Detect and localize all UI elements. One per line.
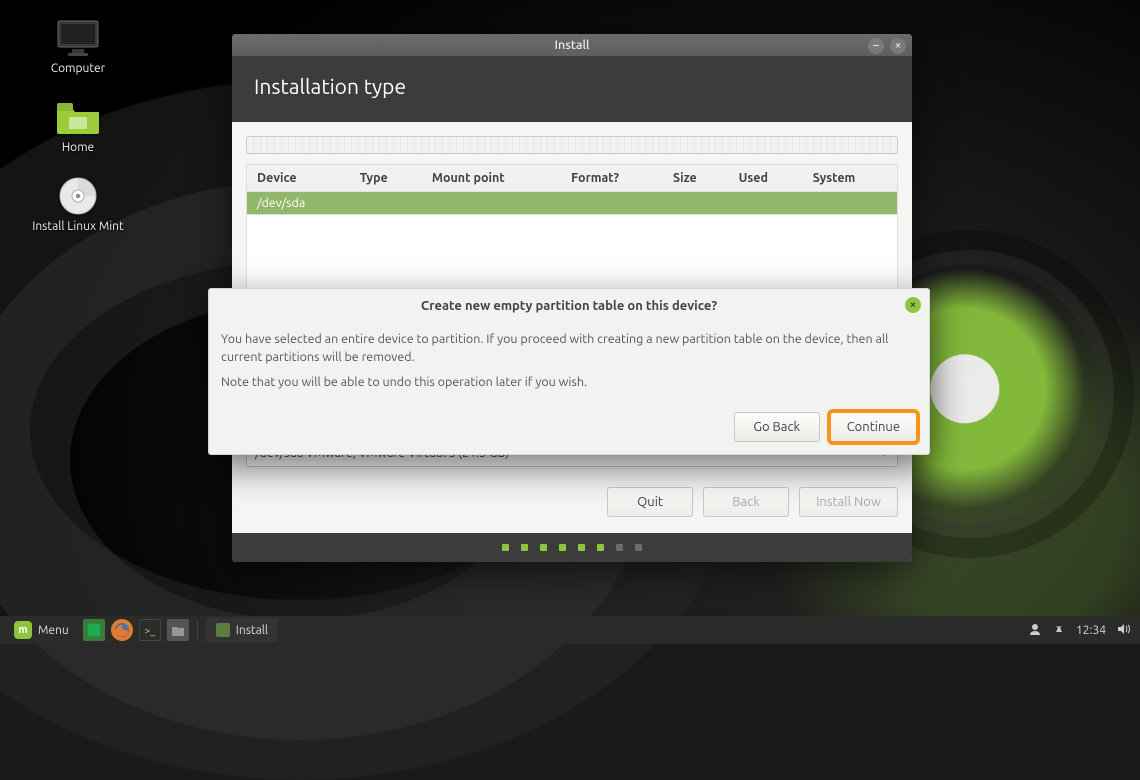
continue-button[interactable]: Continue	[830, 412, 917, 442]
show-desktop-icon[interactable]	[83, 619, 105, 641]
go-back-button[interactable]: Go Back	[734, 412, 820, 442]
dialog-close-icon[interactable]: ×	[905, 297, 921, 313]
quit-button[interactable]: Quit	[607, 487, 693, 517]
cell-size	[663, 192, 729, 215]
taskbar: m Menu >_ Install 12:34	[0, 616, 1140, 644]
table-row[interactable]: /dev/sda	[247, 192, 898, 215]
minimize-icon[interactable]: –	[868, 38, 884, 54]
cell-used	[729, 192, 803, 215]
close-icon[interactable]: ×	[890, 38, 906, 54]
progress-dot	[635, 544, 642, 551]
progress-dot	[578, 544, 585, 551]
task-label: Install	[236, 624, 268, 637]
column-header[interactable]: Used	[729, 165, 803, 192]
column-header[interactable]: System	[803, 165, 898, 192]
desktop-icon-label: Home	[62, 141, 94, 154]
desktop-icon-label: Install Linux Mint	[32, 220, 123, 233]
desktop-icon-label: Computer	[51, 62, 105, 75]
clock[interactable]: 12:34	[1076, 624, 1106, 637]
taskbar-separator	[197, 621, 198, 639]
start-menu-label: Menu	[38, 624, 69, 637]
desktop-icons: Computer Home Install Linux Mint	[18, 18, 138, 233]
window-titlebar[interactable]: Install – ×	[232, 34, 912, 56]
disk-usage-bar	[246, 136, 898, 154]
cell-mount	[422, 192, 561, 215]
firefox-icon[interactable]	[111, 619, 133, 641]
quit-button-label: Quit	[637, 495, 663, 509]
monitor-icon	[54, 18, 102, 58]
terminal-icon[interactable]: >_	[139, 619, 161, 641]
go-back-button-label: Go Back	[753, 420, 800, 434]
column-header[interactable]: Mount point	[422, 165, 561, 192]
cell-device: /dev/sda	[247, 192, 350, 215]
window-title: Install	[555, 38, 590, 52]
continue-button-label: Continue	[847, 420, 900, 434]
network-icon[interactable]	[1052, 622, 1066, 639]
wizard-progress-dots	[232, 533, 912, 562]
progress-dot	[540, 544, 547, 551]
cell-type	[350, 192, 422, 215]
progress-dot	[616, 544, 623, 551]
progress-dot	[559, 544, 566, 551]
back-button[interactable]: Back	[703, 487, 789, 517]
confirm-partition-dialog: Create new empty partition table on this…	[208, 288, 930, 455]
system-tray: 12:34	[1028, 622, 1134, 639]
progress-dot	[521, 544, 528, 551]
column-header[interactable]: Format?	[561, 165, 663, 192]
start-menu-button[interactable]: m Menu	[6, 618, 77, 642]
volume-icon[interactable]	[1116, 622, 1130, 639]
partition-table[interactable]: Device Type Mount point Format? Size Use…	[246, 164, 898, 215]
task-app-icon	[216, 623, 230, 637]
mint-logo-icon: m	[14, 621, 32, 639]
progress-dot	[597, 544, 604, 551]
desktop-icon-install-linux-mint[interactable]: Install Linux Mint	[32, 176, 123, 233]
desktop-icon-computer[interactable]: Computer	[51, 18, 105, 75]
folder-icon	[54, 97, 102, 137]
dialog-title: Create new empty partition table on this…	[421, 299, 717, 313]
column-header[interactable]: Type	[350, 165, 422, 192]
file-manager-icon[interactable]	[167, 619, 189, 641]
disc-icon	[54, 176, 102, 216]
dialog-text: You have selected an entire device to pa…	[221, 331, 917, 366]
back-button-label: Back	[732, 495, 760, 509]
column-header[interactable]: Device	[247, 165, 350, 192]
taskbar-task-install[interactable]: Install	[206, 618, 278, 642]
cell-format	[561, 192, 663, 215]
install-now-button[interactable]: Install Now	[799, 487, 898, 517]
progress-dot	[502, 544, 509, 551]
cell-system	[803, 192, 898, 215]
dialog-text: Note that you will be able to undo this …	[221, 374, 917, 392]
desktop-icon-home[interactable]: Home	[54, 97, 102, 154]
column-header[interactable]: Size	[663, 165, 729, 192]
install-now-button-label: Install Now	[816, 495, 881, 509]
user-icon[interactable]	[1028, 622, 1042, 639]
page-heading: Installation type	[232, 56, 912, 122]
